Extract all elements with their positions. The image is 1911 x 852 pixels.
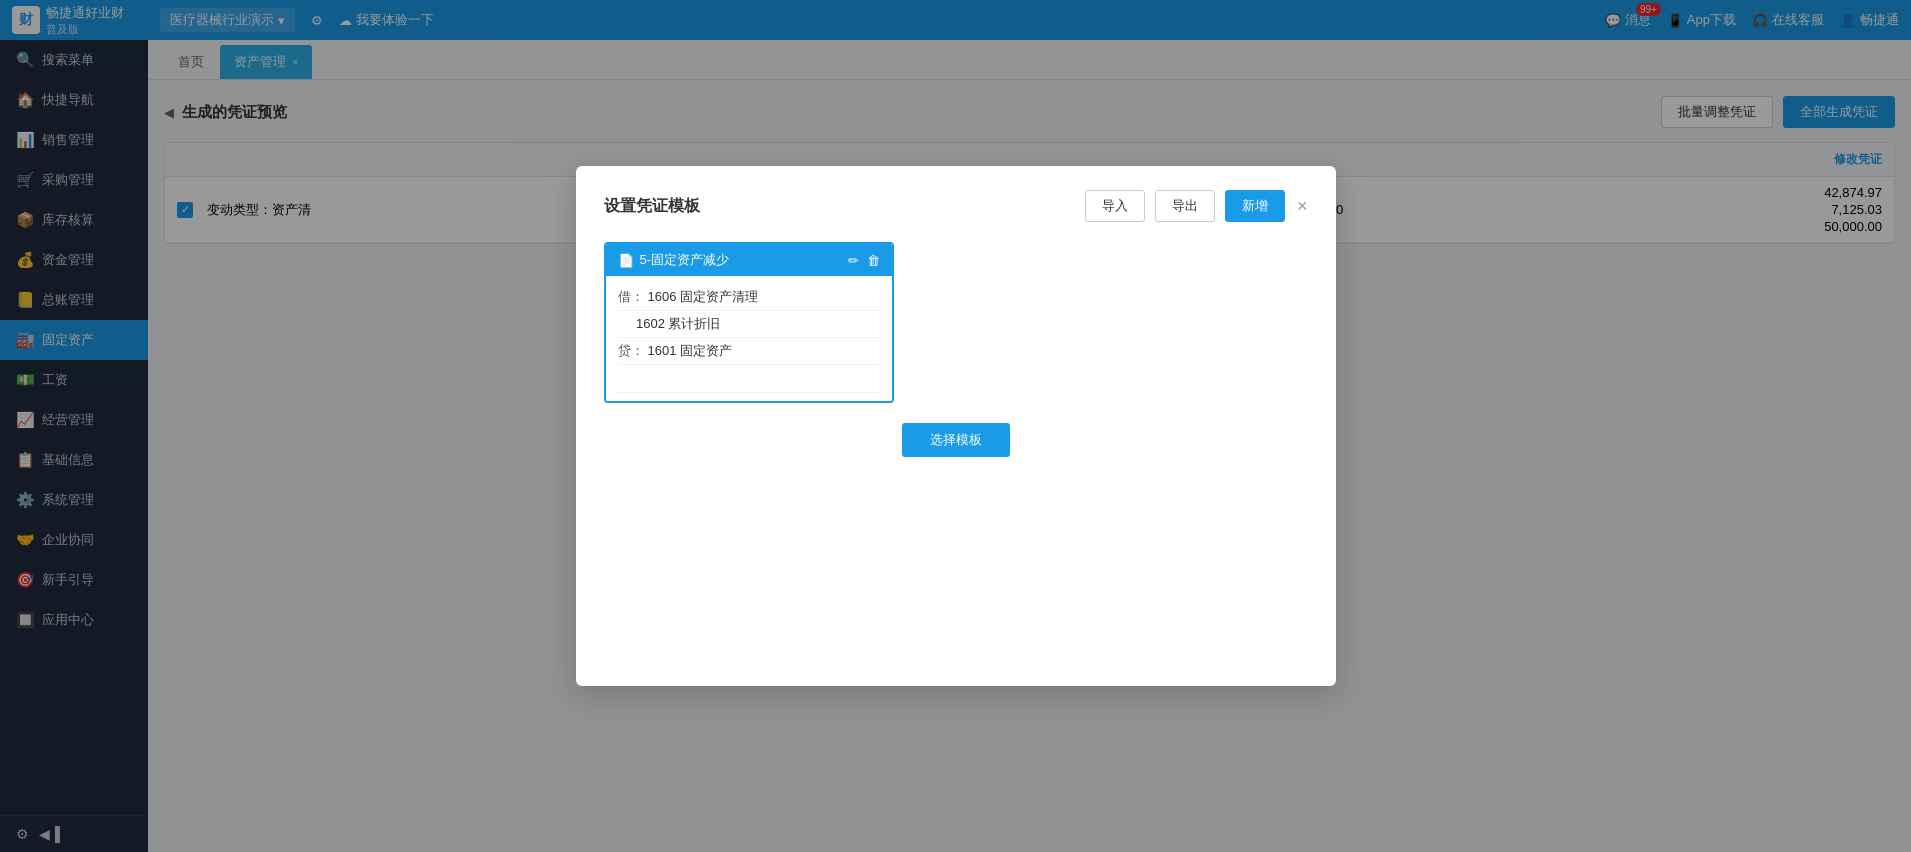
template-entry-1: 借： 1606 固定资产清理 bbox=[618, 284, 880, 311]
select-template-area: 选择模板 bbox=[604, 423, 1308, 457]
entry-label-2 bbox=[618, 315, 632, 333]
entry-label-1: 借： bbox=[618, 288, 644, 306]
template-entry-3: 贷： 1601 固定资产 bbox=[618, 338, 880, 365]
modal-title: 设置凭证模板 bbox=[604, 196, 700, 217]
template-delete-icon[interactable]: 🗑 bbox=[867, 253, 880, 268]
template-card-header: 📄 5-固定资产减少 ✏ 🗑 bbox=[606, 244, 892, 276]
new-btn[interactable]: 新增 bbox=[1225, 190, 1285, 222]
import-btn[interactable]: 导入 bbox=[1085, 190, 1145, 222]
entry-text-2: 1602 累计折旧 bbox=[636, 315, 721, 333]
modal-close-btn[interactable]: × bbox=[1297, 197, 1308, 215]
modal-overlay[interactable]: 设置凭证模板 导入 导出 新增 × 📄 5-固定资产减少 ✏ 🗑 bbox=[0, 0, 1911, 852]
select-template-btn[interactable]: 选择模板 bbox=[902, 423, 1010, 457]
template-entry-2: 1602 累计折旧 bbox=[618, 311, 880, 338]
modal-header: 设置凭证模板 导入 导出 新增 × bbox=[604, 190, 1308, 222]
modal-dialog: 设置凭证模板 导入 导出 新增 × 📄 5-固定资产减少 ✏ 🗑 bbox=[576, 166, 1336, 686]
modal-actions: 导入 导出 新增 bbox=[1085, 190, 1285, 222]
template-edit-icon[interactable]: ✏ bbox=[848, 253, 859, 268]
export-btn[interactable]: 导出 bbox=[1155, 190, 1215, 222]
entry-label-3: 贷： bbox=[618, 342, 644, 360]
template-doc-icon: 📄 bbox=[618, 253, 634, 268]
template-card: 📄 5-固定资产减少 ✏ 🗑 借： 1606 固定资产清理 1602 累计折旧 bbox=[604, 242, 894, 403]
template-empty-row bbox=[618, 365, 880, 393]
template-header-icons: ✏ 🗑 bbox=[848, 253, 880, 268]
template-card-body: 借： 1606 固定资产清理 1602 累计折旧 贷： 1601 固定资产 bbox=[606, 276, 892, 401]
entry-text-3: 1601 固定资产 bbox=[648, 342, 733, 360]
template-header-label: 5-固定资产减少 bbox=[640, 251, 730, 269]
entry-text-1: 1606 固定资产清理 bbox=[648, 288, 759, 306]
